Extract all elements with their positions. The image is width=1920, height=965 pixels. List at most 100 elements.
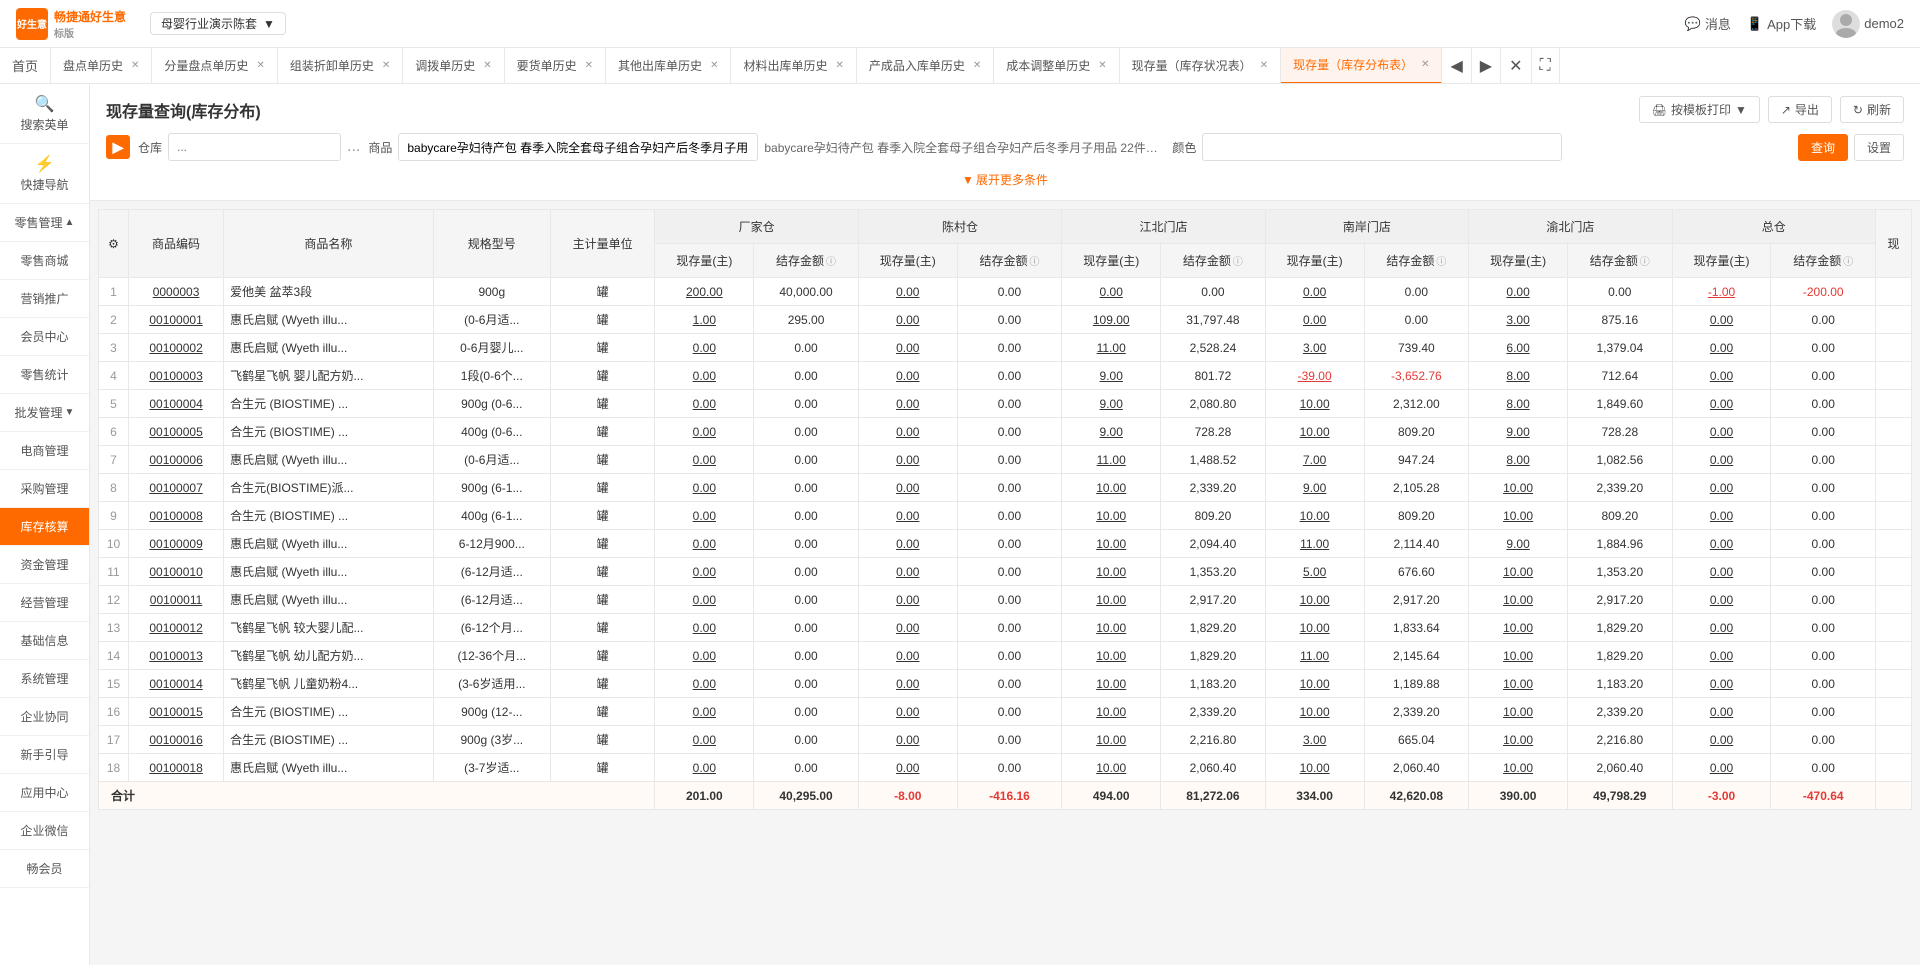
sidebar-item-search[interactable]: 🔍 搜索英单 bbox=[0, 84, 89, 144]
tab-close-icon[interactable]: ✕ bbox=[835, 60, 843, 71]
chenCun-qty[interactable]: 0.00 bbox=[858, 306, 957, 334]
sidebar-item-operations[interactable]: 经营管理 bbox=[0, 584, 89, 622]
zongcang-qty[interactable]: 0.00 bbox=[1672, 586, 1771, 614]
changjiaCun-qty[interactable]: 0.00 bbox=[655, 362, 754, 390]
chenCun-qty[interactable]: 0.00 bbox=[858, 474, 957, 502]
sidebar-item-basics[interactable]: 基础信息 bbox=[0, 622, 89, 660]
jiangbei-qty[interactable]: 11.00 bbox=[1062, 446, 1161, 474]
product-code[interactable]: 00100001 bbox=[129, 306, 224, 334]
nanan-qty[interactable]: -39.00 bbox=[1265, 362, 1364, 390]
sidebar-item-changhui[interactable]: 畅会员 bbox=[0, 850, 89, 888]
sidebar-item-retail-mall[interactable]: 零售商城 bbox=[0, 242, 89, 280]
sidebar-item-inventory[interactable]: 库存核算 bbox=[0, 508, 89, 546]
changjiaCun-qty[interactable]: 0.00 bbox=[655, 698, 754, 726]
zongcang-qty[interactable]: 0.00 bbox=[1672, 418, 1771, 446]
tab-fullscreen-btn[interactable]: ⛶ bbox=[1532, 48, 1560, 84]
tab-close-icon[interactable]: ✕ bbox=[710, 60, 718, 71]
yubei-qty[interactable]: 6.00 bbox=[1469, 334, 1568, 362]
tab-chengtiaozhendan[interactable]: 成本调整单历史 ✕ bbox=[994, 48, 1119, 84]
zongcang-qty[interactable]: 0.00 bbox=[1672, 698, 1771, 726]
product-code[interactable]: 00100008 bbox=[129, 502, 224, 530]
jiangbei-qty[interactable]: 9.00 bbox=[1062, 390, 1161, 418]
zongcang-qty[interactable]: 0.00 bbox=[1672, 474, 1771, 502]
tab-next-btn[interactable]: ▶ bbox=[1472, 48, 1501, 84]
yubei-qty[interactable]: 10.00 bbox=[1469, 586, 1568, 614]
jiangbei-qty[interactable]: 10.00 bbox=[1062, 642, 1161, 670]
nanan-qty[interactable]: 11.00 bbox=[1265, 530, 1364, 558]
tab-cailiaochuku[interactable]: 材料出库单历史 ✕ bbox=[731, 48, 856, 84]
warehouse-more-icon[interactable]: ... bbox=[347, 138, 360, 156]
chenCun-qty[interactable]: 0.00 bbox=[858, 334, 957, 362]
tab-close-icon[interactable]: ✕ bbox=[973, 60, 981, 71]
jiangbei-qty[interactable]: 109.00 bbox=[1062, 306, 1161, 334]
yubei-qty[interactable]: 9.00 bbox=[1469, 530, 1568, 558]
product-code[interactable]: 00100016 bbox=[129, 726, 224, 754]
tab-diaobodanls[interactable]: 调拨单历史 ✕ bbox=[403, 48, 504, 84]
changjiaCun-qty[interactable]: 0.00 bbox=[655, 530, 754, 558]
changjiaCun-qty[interactable]: 0.00 bbox=[655, 334, 754, 362]
yubei-qty[interactable]: 10.00 bbox=[1469, 754, 1568, 782]
jiangbei-qty[interactable]: 9.00 bbox=[1062, 362, 1161, 390]
chenCun-qty[interactable]: 0.00 bbox=[858, 698, 957, 726]
yubei-qty[interactable]: 10.00 bbox=[1469, 558, 1568, 586]
nanan-qty[interactable]: 11.00 bbox=[1265, 642, 1364, 670]
nanan-qty[interactable]: 3.00 bbox=[1265, 334, 1364, 362]
tab-close-all-btn[interactable]: ✕ bbox=[1501, 48, 1531, 84]
zongcang-qty[interactable]: -1.00 bbox=[1672, 278, 1771, 306]
industry-selector[interactable]: 母婴行业演示陈套 ▼ bbox=[150, 12, 286, 35]
sidebar-item-member[interactable]: 会员中心 bbox=[0, 318, 89, 356]
product-code[interactable]: 00100004 bbox=[129, 390, 224, 418]
jiangbei-qty[interactable]: 10.00 bbox=[1062, 558, 1161, 586]
zongcang-qty[interactable]: 0.00 bbox=[1672, 726, 1771, 754]
tab-prev-btn[interactable]: ◀ bbox=[1442, 48, 1471, 84]
tab-close-icon[interactable]: ✕ bbox=[585, 60, 593, 71]
chenCun-qty[interactable]: 0.00 bbox=[858, 558, 957, 586]
changjiaCun-qty[interactable]: 0.00 bbox=[655, 446, 754, 474]
sidebar-item-retail-mgmt[interactable]: 零售管理 ▲ bbox=[0, 204, 89, 242]
tab-fenpandian[interactable]: 分量盘点单历史 ✕ bbox=[152, 48, 277, 84]
jiangbei-qty[interactable]: 10.00 bbox=[1062, 698, 1161, 726]
product-code[interactable]: 00100002 bbox=[129, 334, 224, 362]
changjiaCun-qty[interactable]: 200.00 bbox=[655, 278, 754, 306]
zongcang-qty[interactable]: 0.00 bbox=[1672, 334, 1771, 362]
nanan-qty[interactable]: 0.00 bbox=[1265, 306, 1364, 334]
product-code[interactable]: 00100007 bbox=[129, 474, 224, 502]
nanan-qty[interactable]: 9.00 bbox=[1265, 474, 1364, 502]
tab-close-icon[interactable]: ✕ bbox=[1260, 60, 1268, 71]
sidebar-item-quicknav[interactable]: ⚡ 快捷导航 bbox=[0, 144, 89, 204]
tab-close-icon[interactable]: ✕ bbox=[382, 60, 390, 71]
table-container[interactable]: ⚙ 商品编码 商品名称 规格型号 主计量单位 厂家仓 陈村仓 江北门店 南岸门店… bbox=[90, 201, 1920, 965]
sidebar-item-system[interactable]: 系统管理 bbox=[0, 660, 89, 698]
refresh-btn[interactable]: ↻ 刷新 bbox=[1840, 96, 1904, 123]
jiangbei-qty[interactable]: 10.00 bbox=[1062, 726, 1161, 754]
yubei-qty[interactable]: 8.00 bbox=[1469, 446, 1568, 474]
changjiaCun-qty[interactable]: 0.00 bbox=[655, 418, 754, 446]
sidebar-item-ecommerce[interactable]: 电商管理 bbox=[0, 432, 89, 470]
jiangbei-qty[interactable]: 10.00 bbox=[1062, 754, 1161, 782]
tab-yaohuo[interactable]: 要货单历史 ✕ bbox=[505, 48, 606, 84]
nanan-qty[interactable]: 10.00 bbox=[1265, 502, 1364, 530]
chenCun-qty[interactable]: 0.00 bbox=[858, 754, 957, 782]
zongcang-qty[interactable]: 0.00 bbox=[1672, 306, 1771, 334]
sidebar-item-finance[interactable]: 资金管理 bbox=[0, 546, 89, 584]
zongcang-qty[interactable]: 0.00 bbox=[1672, 390, 1771, 418]
sidebar-item-purchase[interactable]: 采购管理 bbox=[0, 470, 89, 508]
sidebar-item-wxwork[interactable]: 企业微信 bbox=[0, 812, 89, 850]
tab-close-icon[interactable]: ✕ bbox=[1098, 60, 1106, 71]
warehouse-input[interactable] bbox=[168, 133, 341, 161]
jiangbei-qty[interactable]: 11.00 bbox=[1062, 334, 1161, 362]
jiangbei-qty[interactable]: 10.00 bbox=[1062, 474, 1161, 502]
yubei-qty[interactable]: 8.00 bbox=[1469, 362, 1568, 390]
changjiaCun-qty[interactable]: 0.00 bbox=[655, 502, 754, 530]
nanan-qty[interactable]: 10.00 bbox=[1265, 390, 1364, 418]
yubei-qty[interactable]: 10.00 bbox=[1469, 726, 1568, 754]
query-btn[interactable]: 查询 bbox=[1798, 134, 1848, 161]
chenCun-qty[interactable]: 0.00 bbox=[858, 446, 957, 474]
nanan-qty[interactable]: 10.00 bbox=[1265, 698, 1364, 726]
nanan-qty[interactable]: 7.00 bbox=[1265, 446, 1364, 474]
chenCun-qty[interactable]: 0.00 bbox=[858, 418, 957, 446]
sidebar-item-appcenter[interactable]: 应用中心 bbox=[0, 774, 89, 812]
sidebar-item-collab[interactable]: 企业协同 bbox=[0, 698, 89, 736]
color-input[interactable] bbox=[1202, 133, 1562, 161]
yubei-qty[interactable]: 9.00 bbox=[1469, 418, 1568, 446]
